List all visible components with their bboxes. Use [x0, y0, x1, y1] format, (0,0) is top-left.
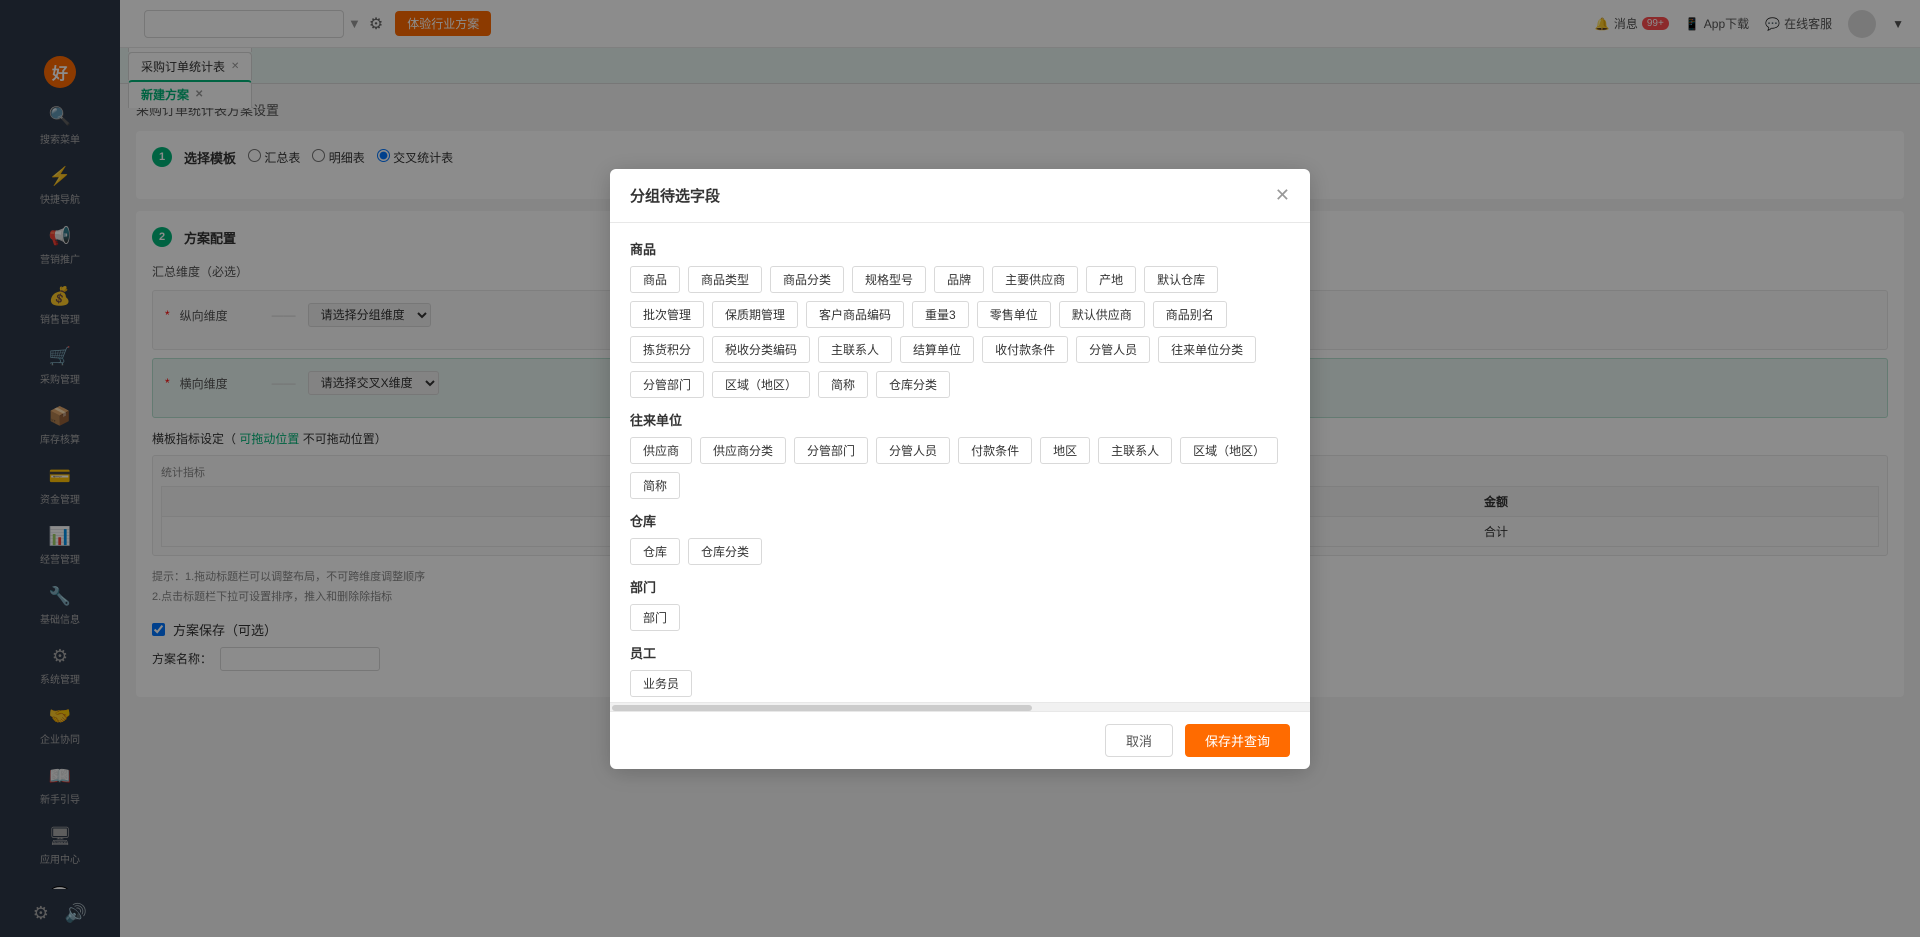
field-tag-供应商[interactable]: 供应商 [630, 437, 692, 464]
field-tag-分管人员[interactable]: 分管人员 [876, 437, 950, 464]
field-tag-分管部门[interactable]: 分管部门 [630, 371, 704, 398]
field-tag-简称[interactable]: 简称 [630, 472, 680, 499]
section-title-商品: 商品 [630, 239, 1290, 258]
field-tag-零售单位[interactable]: 零售单位 [977, 301, 1051, 328]
modal-header: 分组待选字段 ✕ [610, 169, 1310, 223]
modal-footer: 取消 保存并查询 [610, 711, 1310, 769]
field-tag-主要供应商[interactable]: 主要供应商 [992, 266, 1078, 293]
cancel-button[interactable]: 取消 [1105, 724, 1173, 757]
field-tag-往来单位分类[interactable]: 往来单位分类 [1158, 336, 1256, 363]
field-grid-部门: 部门 [630, 604, 1290, 631]
field-grid-往来单位: 供应商供应商分类分管部门分管人员付款条件地区主联系人区域（地区） 简称 [630, 437, 1290, 499]
field-tag-主联系人[interactable]: 主联系人 [1098, 437, 1172, 464]
field-tag-地区[interactable]: 地区 [1040, 437, 1090, 464]
field-tag-部门[interactable]: 部门 [630, 604, 680, 631]
field-tag-商品[interactable]: 商品 [630, 266, 680, 293]
horizontal-scrollbar[interactable] [610, 702, 1310, 710]
field-tag-区域（地区）[interactable]: 区域（地区） [712, 371, 810, 398]
field-tag-供应商分类[interactable]: 供应商分类 [700, 437, 786, 464]
field-tag-默认供应商[interactable]: 默认供应商 [1059, 301, 1145, 328]
modal-title: 分组待选字段 [630, 185, 720, 206]
modal-overlay: 分组待选字段 ✕ 商品商品商品类型商品分类规格型号品牌主要供应商产地默认仓库批次… [0, 0, 1920, 937]
field-tag-拣货积分[interactable]: 拣货积分 [630, 336, 704, 363]
field-tag-仓库[interactable]: 仓库 [630, 538, 680, 565]
save-query-button[interactable]: 保存并查询 [1185, 724, 1290, 757]
field-grid-仓库: 仓库仓库分类 [630, 538, 1290, 565]
field-tag-仓库分类[interactable]: 仓库分类 [688, 538, 762, 565]
field-tag-商品分类[interactable]: 商品分类 [770, 266, 844, 293]
field-tag-保质期管理[interactable]: 保质期管理 [712, 301, 798, 328]
field-tag-重量3[interactable]: 重量3 [912, 301, 969, 328]
field-tag-区域（地区）[interactable]: 区域（地区） [1180, 437, 1278, 464]
section-title-往来单位: 往来单位 [630, 410, 1290, 429]
field-tag-产地[interactable]: 产地 [1086, 266, 1136, 293]
field-tag-客户商品编码[interactable]: 客户商品编码 [806, 301, 904, 328]
section-title-部门: 部门 [630, 577, 1290, 596]
modal-body: 商品商品商品类型商品分类规格型号品牌主要供应商产地默认仓库批次管理保质期管理客户… [610, 223, 1310, 703]
field-tag-默认仓库[interactable]: 默认仓库 [1144, 266, 1218, 293]
field-select-modal: 分组待选字段 ✕ 商品商品商品类型商品分类规格型号品牌主要供应商产地默认仓库批次… [610, 169, 1310, 769]
field-grid-员工: 业务员 [630, 670, 1290, 697]
field-tag-品牌[interactable]: 品牌 [934, 266, 984, 293]
field-tag-商品类型[interactable]: 商品类型 [688, 266, 762, 293]
field-tag-简称[interactable]: 简称 [818, 371, 868, 398]
field-tag-收付款条件[interactable]: 收付款条件 [982, 336, 1068, 363]
scrollbar-thumb[interactable] [612, 705, 1032, 711]
field-tag-业务员[interactable]: 业务员 [630, 670, 692, 697]
field-tag-仓库分类[interactable]: 仓库分类 [876, 371, 950, 398]
section-title-员工: 员工 [630, 643, 1290, 662]
field-tag-分管人员[interactable]: 分管人员 [1076, 336, 1150, 363]
field-tag-结算单位[interactable]: 结算单位 [900, 336, 974, 363]
field-tag-商品别名[interactable]: 商品别名 [1153, 301, 1227, 328]
field-tag-付款条件[interactable]: 付款条件 [958, 437, 1032, 464]
section-title-仓库: 仓库 [630, 511, 1290, 530]
field-tag-税收分类编码[interactable]: 税收分类编码 [712, 336, 810, 363]
field-tag-规格型号[interactable]: 规格型号 [852, 266, 926, 293]
field-tag-批次管理[interactable]: 批次管理 [630, 301, 704, 328]
modal-close-button[interactable]: ✕ [1275, 185, 1290, 206]
field-tag-分管部门[interactable]: 分管部门 [794, 437, 868, 464]
field-grid-商品: 商品商品类型商品分类规格型号品牌主要供应商产地默认仓库批次管理保质期管理客户商品… [630, 266, 1290, 398]
field-tag-主联系人[interactable]: 主联系人 [818, 336, 892, 363]
